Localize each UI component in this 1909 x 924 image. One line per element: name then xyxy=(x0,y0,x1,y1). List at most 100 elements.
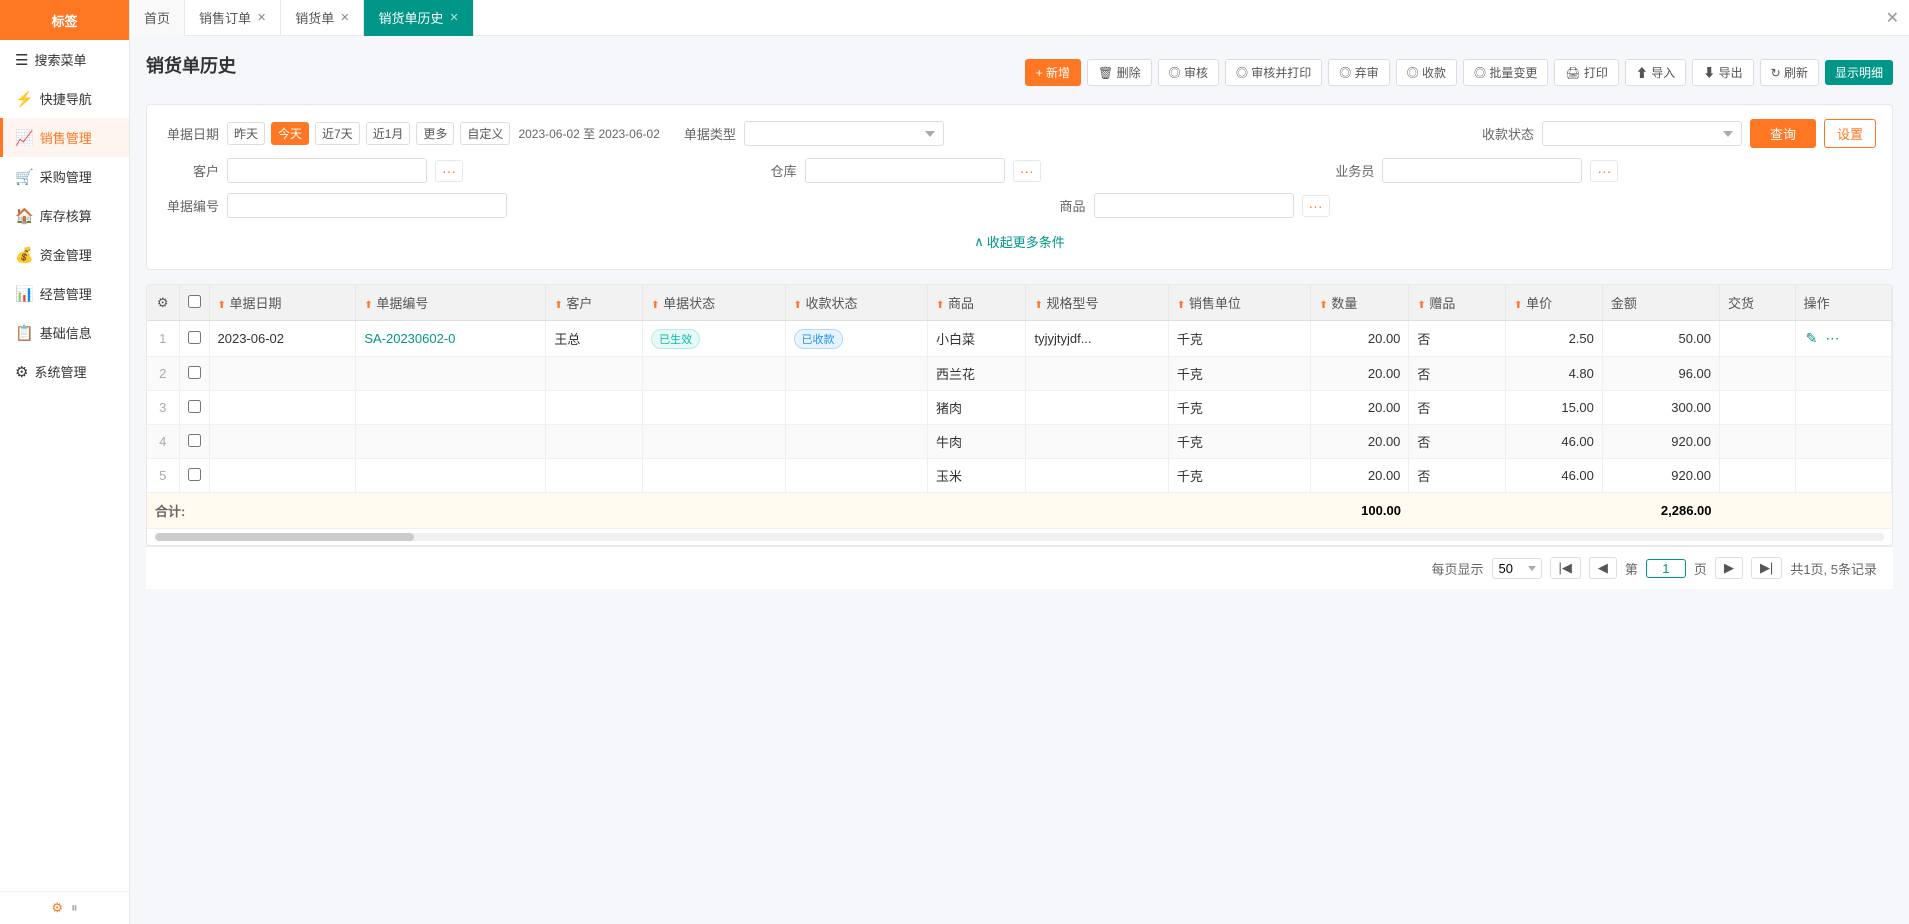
col-checkbox[interactable] xyxy=(179,285,209,321)
cell-doc-status xyxy=(643,459,785,493)
btn-yesterday[interactable]: 昨天 xyxy=(227,122,265,145)
tab-sales-order[interactable]: 销售订单 ✕ xyxy=(185,0,281,36)
cell-checkbox[interactable] xyxy=(179,321,209,357)
col-unit[interactable]: ⬆ 销售单位 xyxy=(1168,285,1310,321)
doc-type-select[interactable] xyxy=(744,121,944,146)
cell-checkbox[interactable] xyxy=(179,459,209,493)
cell-checkbox[interactable] xyxy=(179,357,209,391)
warehouse-dots-btn[interactable]: ··· xyxy=(1013,160,1041,182)
cell-checkbox[interactable] xyxy=(179,391,209,425)
col-goods[interactable]: ⬆ 商品 xyxy=(927,285,1025,321)
col-doc-status[interactable]: ⬆ 单据状态 xyxy=(643,285,785,321)
page-input[interactable]: 1 xyxy=(1646,559,1686,578)
tab-sales-delivery[interactable]: 销货单 ✕ xyxy=(281,0,364,36)
btn-today[interactable]: 今天 xyxy=(271,122,309,145)
sidebar-item-search-menu[interactable]: ☰ 搜索菜单 xyxy=(0,40,129,79)
display-detail-button[interactable]: 显示明细 xyxy=(1825,60,1893,85)
print-button[interactable]: 🖨 打印 xyxy=(1554,59,1619,86)
col-gift[interactable]: ⬆ 赠品 xyxy=(1409,285,1506,321)
abandon-button[interactable]: ◎ 弃审 xyxy=(1328,59,1389,86)
sidebar-item-basic-info[interactable]: 📋 基础信息 xyxy=(0,313,129,352)
cell-qty: 20.00 xyxy=(1311,391,1409,425)
btn-1month[interactable]: 近1月 xyxy=(366,122,411,145)
page-prev-button[interactable]: ◀ xyxy=(1589,557,1617,579)
collapse-icon[interactable]: ⏸ xyxy=(71,900,78,916)
tab-home[interactable]: 首页 xyxy=(130,0,185,36)
table-row: 1 2023-06-02 SA-20230602-0 王总 已生效 已收款 小白… xyxy=(147,321,1892,357)
cell-collect-status xyxy=(785,391,927,425)
goods-dots-btn[interactable]: ··· xyxy=(1302,195,1330,217)
salesperson-dots-btn[interactable]: ··· xyxy=(1590,160,1618,182)
audit-print-button[interactable]: ◎ 审核并打印 xyxy=(1225,59,1322,86)
customer-dots-btn[interactable]: ··· xyxy=(435,160,463,182)
btn-7days[interactable]: 近7天 xyxy=(315,122,360,145)
sidebar-item-sales-mgmt[interactable]: 📈 销售管理 xyxy=(0,118,129,157)
cell-number xyxy=(356,391,546,425)
collect-status-select[interactable] xyxy=(1542,121,1742,146)
edit-action[interactable]: ✎ xyxy=(1804,328,1820,349)
tab-sales-delivery-close[interactable]: ✕ xyxy=(340,11,349,24)
col-collect-status[interactable]: ⬆ 收款状态 xyxy=(785,285,927,321)
import-button[interactable]: ⬆ 导入 xyxy=(1625,59,1686,86)
horizontal-scrollbar[interactable] xyxy=(155,533,1884,541)
goods-input[interactable] xyxy=(1094,193,1294,218)
col-qty[interactable]: ⬆ 数量 xyxy=(1311,285,1409,321)
btn-custom[interactable]: 自定义 xyxy=(460,122,510,145)
salesperson-input[interactable] xyxy=(1382,158,1582,183)
page-first-button[interactable]: |◀ xyxy=(1550,557,1581,579)
batch-change-button[interactable]: ◎ 批量变更 xyxy=(1463,59,1548,86)
select-all-checkbox[interactable] xyxy=(188,295,201,308)
total-gift xyxy=(1409,493,1506,529)
col-date[interactable]: ⬆ 单据日期 xyxy=(209,285,356,321)
cell-goods: 牛肉 xyxy=(927,425,1025,459)
sidebar-item-purchase-mgmt[interactable]: 🛒 采购管理 xyxy=(0,157,129,196)
customer-input[interactable] xyxy=(227,158,427,183)
sidebar-item-quick-nav[interactable]: ⚡ 快捷导航 xyxy=(0,79,129,118)
col-settings[interactable]: ⚙ xyxy=(147,285,179,321)
page-next-button[interactable]: ▶ xyxy=(1715,557,1743,579)
table-row: 5 玉米 千克 20.00 否 46.00 920.00 xyxy=(147,459,1892,493)
cell-customer xyxy=(546,391,643,425)
cell-goods: 猪肉 xyxy=(927,391,1025,425)
export-button[interactable]: ⬇ 导出 xyxy=(1692,59,1753,86)
tab-sales-history-close[interactable]: ✕ xyxy=(450,11,459,24)
cell-unit: 千克 xyxy=(1168,357,1310,391)
warehouse-input[interactable] xyxy=(805,158,1005,183)
col-customer[interactable]: ⬆ 客户 xyxy=(546,285,643,321)
cell-price: 15.00 xyxy=(1506,391,1603,425)
tab-bar-end[interactable]: ✕ xyxy=(1886,8,1909,28)
btn-more[interactable]: 更多 xyxy=(416,122,454,145)
sales-mgmt-icon: 📈 xyxy=(15,129,34,147)
col-number[interactable]: ⬆ 单据编号 xyxy=(356,285,546,321)
table-row: 3 猪肉 千克 20.00 否 15.00 300.00 xyxy=(147,391,1892,425)
cell-number xyxy=(356,425,546,459)
tab-sales-history[interactable]: 销货单历史 ✕ xyxy=(364,0,473,36)
per-page-select[interactable]: 50 100 200 xyxy=(1492,558,1542,579)
doc-number-input[interactable] xyxy=(227,193,507,218)
sidebar-item-label: 基础信息 xyxy=(40,323,92,342)
content-area: 销货单历史 + 新增 🗑 删除 ◎ 审核 ◎ 审核并打印 ◎ 弃审 ◎ 收款 ◎… xyxy=(130,36,1909,924)
settings-button[interactable]: 设置 xyxy=(1824,119,1876,148)
new-button[interactable]: + 新增 xyxy=(1025,59,1081,86)
sidebar-item-sys-mgmt[interactable]: ⚙ 系统管理 xyxy=(0,352,129,391)
query-button[interactable]: 查询 xyxy=(1750,119,1816,148)
sidebar-item-operations[interactable]: 📊 经营管理 xyxy=(0,274,129,313)
sidebar-item-label: 系统管理 xyxy=(34,362,86,381)
collapse-button[interactable]: ∧ 收起更多条件 xyxy=(970,228,1069,255)
settings-icon[interactable]: ⚙ xyxy=(51,900,63,916)
delete-button[interactable]: 🗑 删除 xyxy=(1087,59,1152,86)
cell-goods: 玉米 xyxy=(927,459,1025,493)
collect-button[interactable]: ◎ 收款 xyxy=(1396,59,1457,86)
operations-icon: 📊 xyxy=(15,285,34,303)
more-action[interactable]: ⋯ xyxy=(1823,328,1841,349)
page-last-button[interactable]: ▶| xyxy=(1751,557,1782,579)
col-spec[interactable]: ⬆ 规格型号 xyxy=(1026,285,1168,321)
sidebar-item-finance[interactable]: 💰 资金管理 xyxy=(0,235,129,274)
audit-button[interactable]: ◎ 审核 xyxy=(1158,59,1219,86)
tab-sales-order-close[interactable]: ✕ xyxy=(257,11,266,24)
col-trade: 交货 xyxy=(1720,285,1796,321)
cell-checkbox[interactable] xyxy=(179,425,209,459)
sidebar-item-inventory[interactable]: 🏠 库存核算 xyxy=(0,196,129,235)
refresh-button[interactable]: ↻ 刷新 xyxy=(1760,59,1819,86)
col-price[interactable]: ⬆ 单价 xyxy=(1506,285,1603,321)
